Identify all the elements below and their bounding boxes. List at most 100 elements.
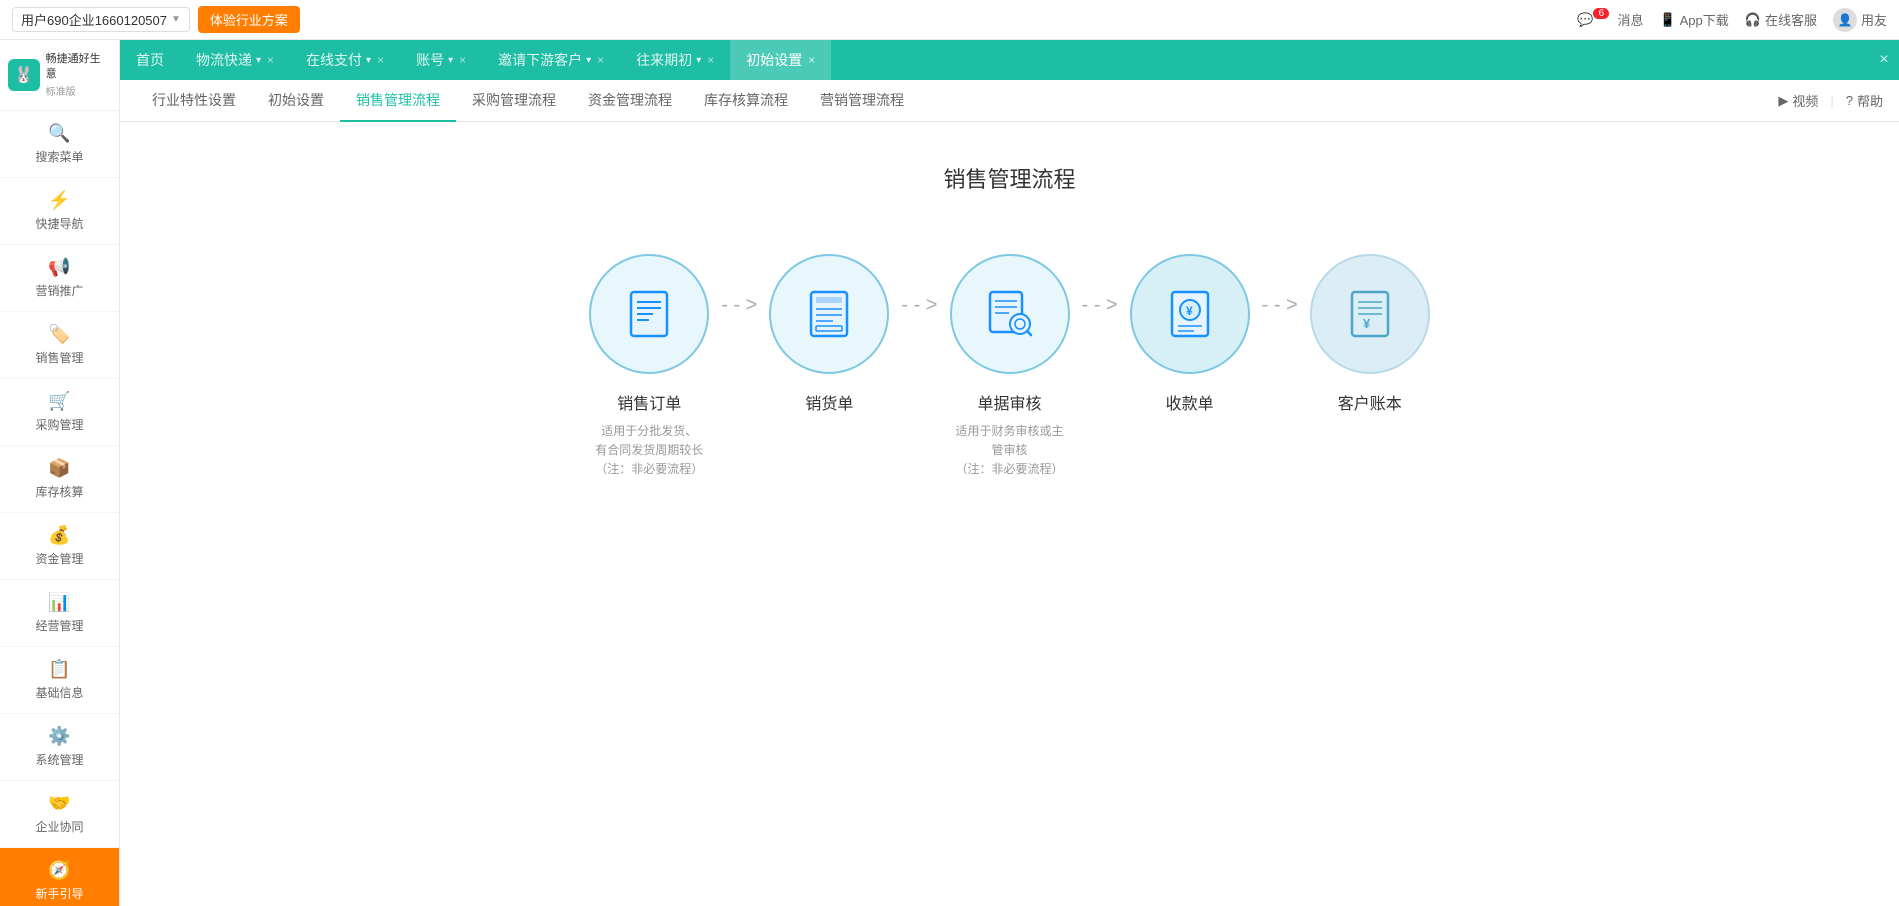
sidebar-item-sales[interactable]: 🏷️ 销售管理 [0, 312, 119, 379]
basic-icon: 📋 [48, 659, 70, 680]
mobile-icon: 📱 [1659, 12, 1675, 28]
inventory-icon: 📦 [48, 458, 70, 479]
app-label: App下载 [1680, 10, 1729, 29]
message-label: 消息 [1617, 10, 1643, 29]
chevron-down-icon: ▾ [366, 55, 371, 66]
sub-tab-init[interactable]: 初始设置 [252, 80, 340, 122]
flow-desc-review: 适用于财务审核或主管审核（注：非必要流程） [955, 422, 1063, 480]
tab-payment[interactable]: 在线支付 ▾ × [290, 40, 400, 80]
chevron-down-icon: ▾ [448, 55, 453, 66]
header-left: 用户690企业1660120507 ▼ 体验行业方案 [12, 6, 300, 33]
close-icon[interactable]: × [707, 53, 714, 67]
tab-home-label: 首页 [136, 50, 164, 70]
sidebar-item-inventory[interactable]: 📦 库存核算 [0, 446, 119, 513]
help-action[interactable]: ? 帮助 [1846, 91, 1883, 110]
close-icon[interactable]: × [808, 53, 815, 67]
sub-tab-init-label: 初始设置 [268, 90, 324, 110]
sidebar-finance-label: 资金管理 [35, 550, 83, 567]
flow-name-review: 单据审核 [977, 390, 1041, 414]
user-selector[interactable]: 用户690企业1660120507 ▼ [12, 7, 190, 32]
system-icon: ⚙️ [48, 726, 70, 747]
flow-circle-account-book: ¥ [1310, 254, 1430, 374]
flow-item-sales-order[interactable]: 销售订单 适用于分批发货、有合同发货周期较长（注：非必要流程） [569, 254, 729, 480]
tab-account[interactable]: 账号 ▾ × [400, 40, 482, 80]
chevron-down-icon: ▾ [696, 55, 701, 66]
close-all-button[interactable]: × [1869, 40, 1899, 80]
flow-name-receipt: 收款单 [1166, 390, 1214, 414]
purchase-icon: 🛒 [48, 391, 70, 412]
sales-icon: 🏷️ [48, 324, 70, 345]
sidebar-inventory-label: 库存核算 [35, 483, 83, 500]
chevron-down-icon: ▾ [586, 55, 591, 66]
close-icon[interactable]: × [267, 53, 274, 67]
sidebar-item-basic[interactable]: 📋 基础信息 [0, 647, 119, 714]
sub-tab-finance-flow-label: 资金管理流程 [588, 90, 672, 110]
tab-init-label: 初始设置 [746, 50, 802, 70]
sub-tab-marketing-flow-label: 营销管理流程 [820, 90, 904, 110]
sidebar-item-purchase[interactable]: 🛒 采购管理 [0, 379, 119, 446]
sub-tabs: 行业特性设置 初始设置 销售管理流程 采购管理流程 资金管理流程 库存核算流程 … [120, 80, 1899, 122]
tab-logistics[interactable]: 物流快递 ▾ × [180, 40, 290, 80]
tab-home[interactable]: 首页 [120, 40, 180, 80]
sidebar-marketing-label: 营销推广 [35, 282, 83, 299]
sub-tab-industry[interactable]: 行业特性设置 [136, 80, 252, 122]
flow-name-sales-invoice: 销货单 [805, 390, 853, 414]
search-icon: 🔍 [48, 123, 70, 144]
sub-tab-purchase-flow[interactable]: 采购管理流程 [456, 80, 572, 122]
sidebar-item-finance[interactable]: 💰 资金管理 [0, 513, 119, 580]
close-icon[interactable]: × [597, 53, 604, 67]
sub-tab-purchase-flow-label: 采购管理流程 [472, 90, 556, 110]
sub-tab-industry-label: 行业特性设置 [152, 90, 236, 110]
flow-item-review[interactable]: 单据审核 适用于财务审核或主管审核（注：非必要流程） [930, 254, 1090, 480]
trial-button[interactable]: 体验行业方案 [198, 6, 300, 33]
svg-text:¥: ¥ [1363, 316, 1371, 331]
coop-icon: 🤝 [48, 793, 70, 814]
sidebar-item-search[interactable]: 🔍 搜索菜单 [0, 111, 119, 178]
sidebar-item-guide[interactable]: 🧭 新手引导 [0, 848, 119, 906]
sub-tab-inventory-flow[interactable]: 库存核算流程 [688, 80, 804, 122]
flow-circle-sales-order [589, 254, 709, 374]
flow-name-sales-order: 销售订单 [617, 390, 681, 414]
close-icon[interactable]: × [459, 53, 466, 67]
tab-init[interactable]: 初始设置 × [730, 40, 831, 80]
guide-icon: 🧭 [48, 860, 70, 881]
sub-tab-sales-flow[interactable]: 销售管理流程 [340, 80, 456, 122]
sidebar-item-marketing[interactable]: 📢 营销推广 [0, 245, 119, 312]
sidebar-item-system[interactable]: ⚙️ 系统管理 [0, 714, 119, 781]
page-title: 销售管理流程 [140, 162, 1879, 194]
flow-item-sales-invoice[interactable]: 销货单 [749, 254, 909, 422]
flow-item-receipt[interactable]: ¥ 收款单 [1110, 254, 1270, 422]
flow-desc-sales-order: 适用于分批发货、有合同发货周期较长（注：非必要流程） [595, 422, 703, 480]
sidebar-item-operation[interactable]: 📊 经营管理 [0, 580, 119, 647]
headset-icon: 🎧 [1745, 12, 1761, 28]
sub-tab-finance-flow[interactable]: 资金管理流程 [572, 80, 688, 122]
user-action[interactable]: 👤 用友 [1833, 8, 1887, 32]
content-area: 销售管理流程 销售订单 适用于分批发货、有合同发货周期较长（ [120, 122, 1899, 906]
video-action[interactable]: ▶ 视频 [1778, 91, 1818, 110]
sub-tab-marketing-flow[interactable]: 营销管理流程 [804, 80, 920, 122]
tab-logistics-label: 物流快递 [196, 50, 252, 70]
service-action[interactable]: 🎧 在线客服 [1745, 10, 1817, 29]
flow-circle-receipt: ¥ [1130, 254, 1250, 374]
sidebar-basic-label: 基础信息 [35, 684, 83, 701]
finance-icon: 💰 [48, 525, 70, 546]
top-header: 用户690企业1660120507 ▼ 体验行业方案 💬 6 消息 📱 App下… [0, 0, 1899, 40]
sidebar-item-coop[interactable]: 🤝 企业协同 [0, 781, 119, 848]
sub-tab-inventory-flow-label: 库存核算流程 [704, 90, 788, 110]
flow-item-account-book[interactable]: ¥ 客户账本 [1290, 254, 1450, 422]
avatar: 👤 [1833, 8, 1857, 32]
close-icon[interactable]: × [377, 53, 384, 67]
tab-period-label: 往来期初 [636, 50, 692, 70]
service-label: 在线客服 [1765, 10, 1817, 29]
tab-invite[interactable]: 邀请下游客户 ▾ × [482, 40, 620, 80]
sidebar-sales-label: 销售管理 [35, 349, 83, 366]
tab-period[interactable]: 往来期初 ▾ × [620, 40, 730, 80]
flow-name-account-book: 客户账本 [1338, 390, 1402, 414]
quick-icon: ⚡ [48, 190, 70, 211]
message-action[interactable]: 💬 6 消息 [1577, 10, 1643, 29]
app-download-action[interactable]: 📱 App下载 [1659, 10, 1728, 29]
sidebar-item-quick[interactable]: ⚡ 快捷导航 [0, 178, 119, 245]
sidebar-coop-label: 企业协同 [35, 818, 83, 835]
flow-circle-review [950, 254, 1070, 374]
logo-icon: 🐰 [8, 59, 40, 91]
